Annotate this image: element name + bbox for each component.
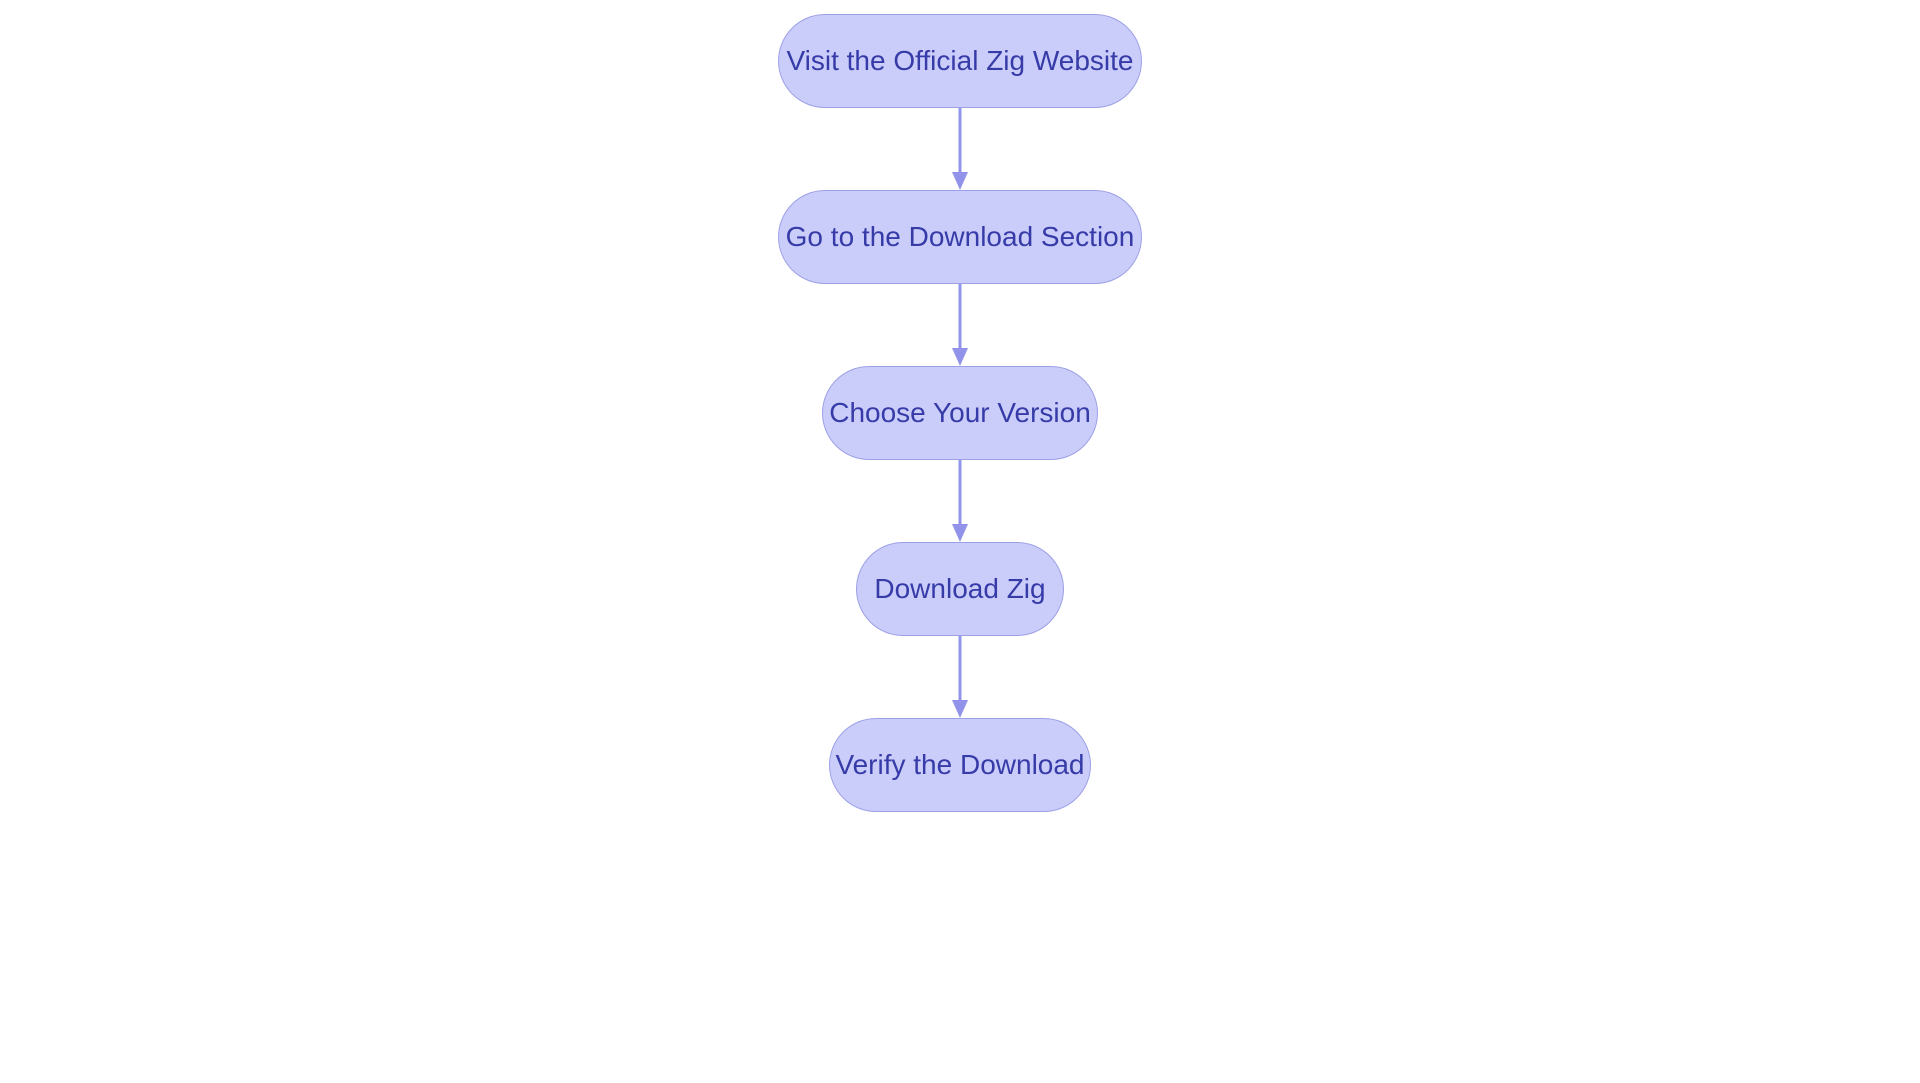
flow-node-choose-version: Choose Your Version: [822, 366, 1098, 460]
flow-node-visit-website: Visit the Official Zig Website: [778, 14, 1142, 108]
node-label: Download Zig: [874, 573, 1045, 605]
flow-node-verify-download: Verify the Download: [829, 718, 1091, 812]
flow-arrow: [950, 636, 970, 718]
flow-node-download-section: Go to the Download Section: [778, 190, 1142, 284]
flow-arrow: [950, 460, 970, 542]
arrow-down-icon: [950, 284, 970, 366]
node-label: Verify the Download: [835, 749, 1084, 781]
arrow-down-icon: [950, 108, 970, 190]
flow-node-download-zig: Download Zig: [856, 542, 1064, 636]
node-label: Choose Your Version: [829, 397, 1091, 429]
node-label: Visit the Official Zig Website: [786, 45, 1133, 77]
arrow-down-icon: [950, 460, 970, 542]
node-label: Go to the Download Section: [786, 221, 1135, 253]
arrow-down-icon: [950, 636, 970, 718]
flow-arrow: [950, 108, 970, 190]
flow-arrow: [950, 284, 970, 366]
flowchart: Visit the Official Zig Website Go to the…: [778, 14, 1142, 812]
